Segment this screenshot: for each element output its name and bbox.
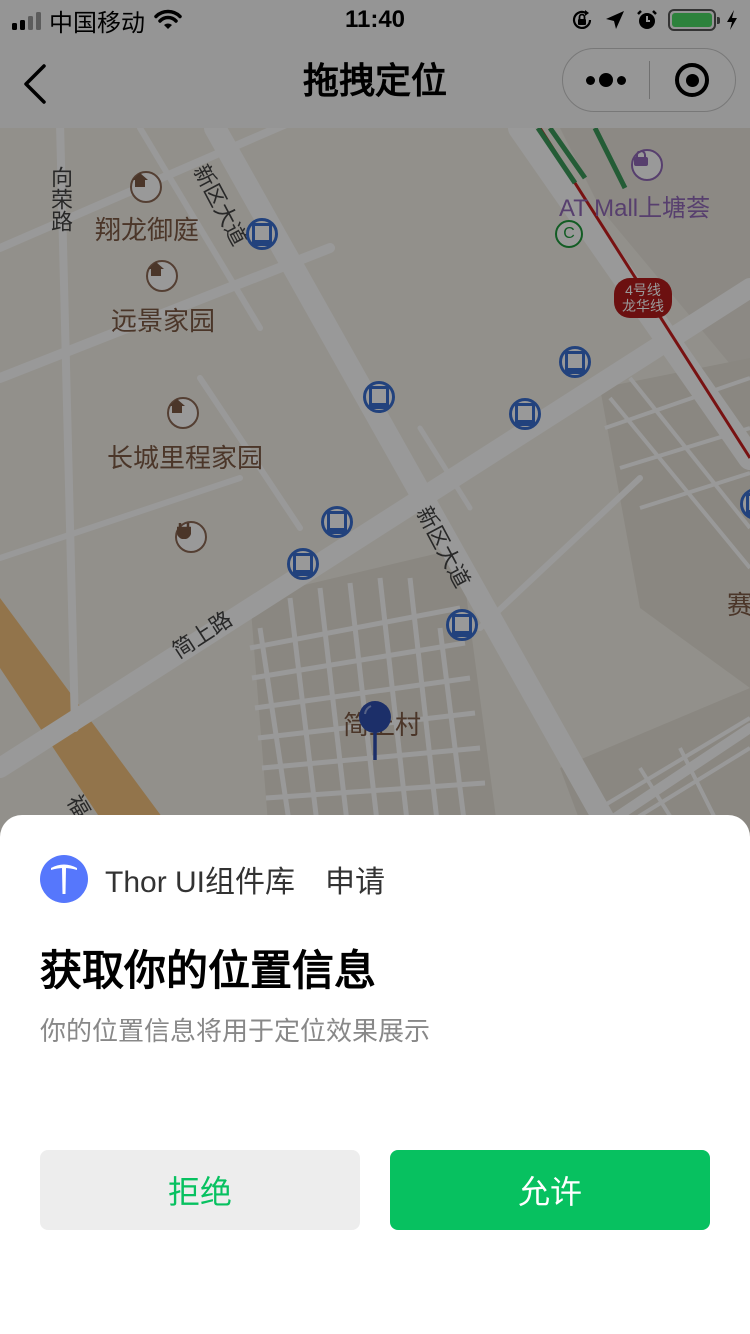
app-info-row: Thor UI组件库 申请 xyxy=(40,855,385,903)
dialog-title: 获取你的位置信息 xyxy=(40,947,377,994)
pickaxe-icon xyxy=(51,864,77,894)
app-name: Thor UI组件库 xyxy=(105,866,296,899)
location-permission-dialog: Thor UI组件库 申请 获取你的位置信息 你的位置信息将用于定位效果展示 拒… xyxy=(0,815,750,1334)
deny-button[interactable]: 拒绝 xyxy=(40,1150,360,1230)
request-label: 申请 xyxy=(325,866,386,899)
allow-button[interactable]: 允许 xyxy=(390,1150,710,1230)
dialog-description: 你的位置信息将用于定位效果展示 xyxy=(40,1016,431,1046)
app-logo xyxy=(40,855,88,903)
